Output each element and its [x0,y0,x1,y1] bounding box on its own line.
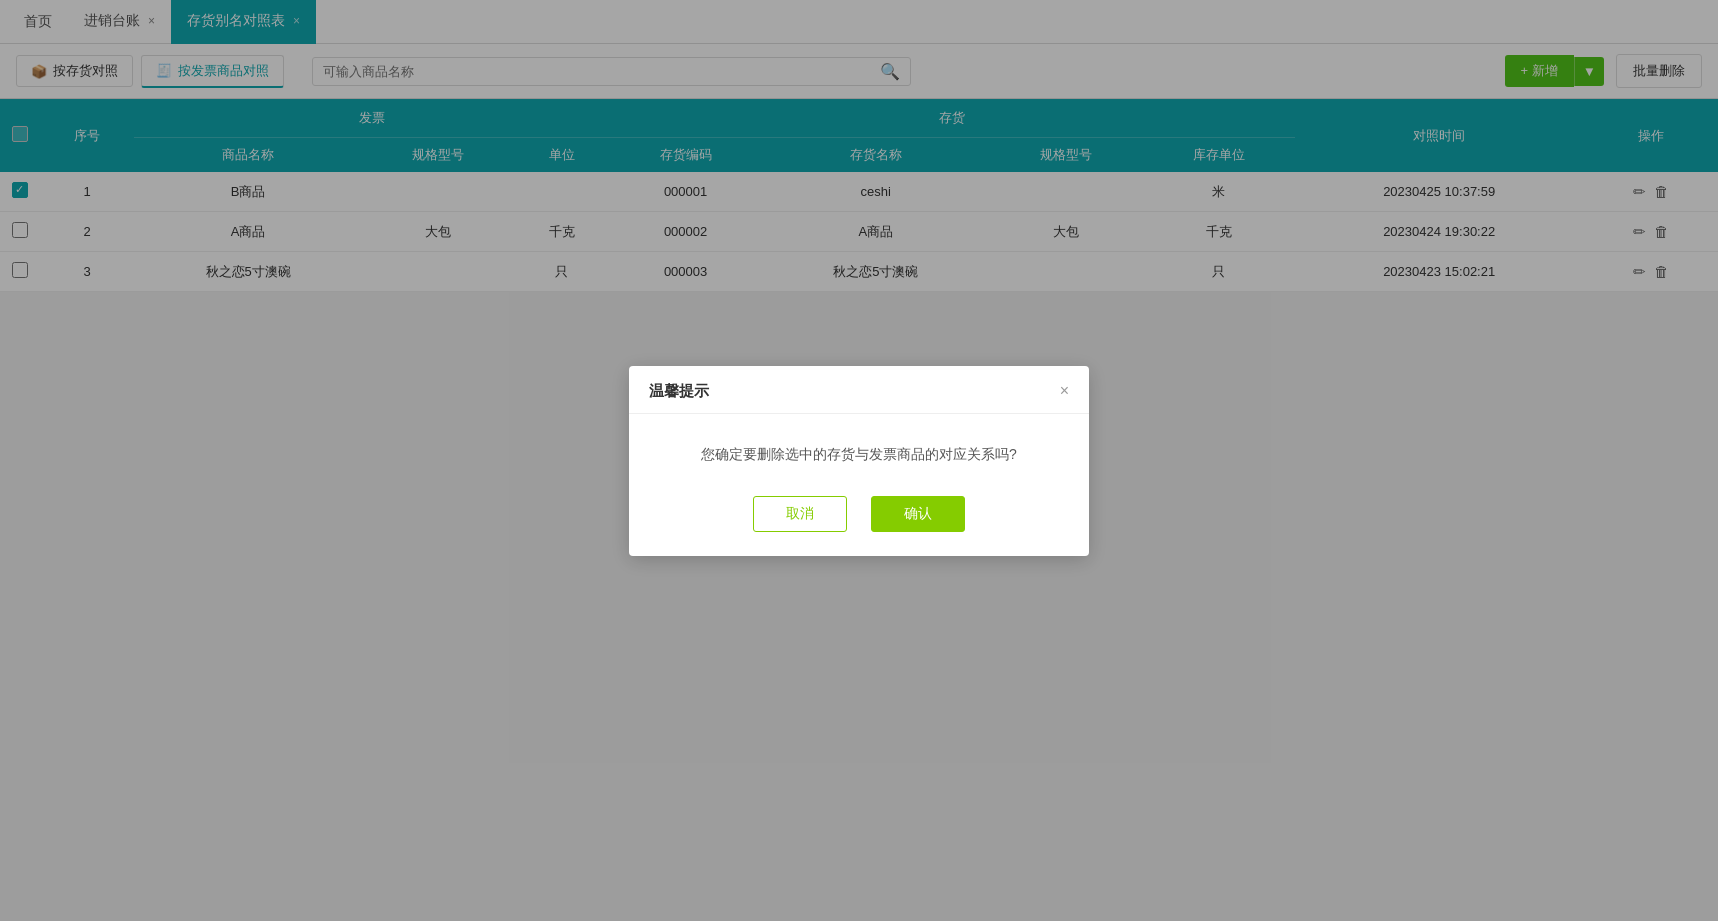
overlay: 温馨提示 × 您确定要删除选中的存货与发票商品的对应关系吗? 取消 确认 [0,0,1718,292]
